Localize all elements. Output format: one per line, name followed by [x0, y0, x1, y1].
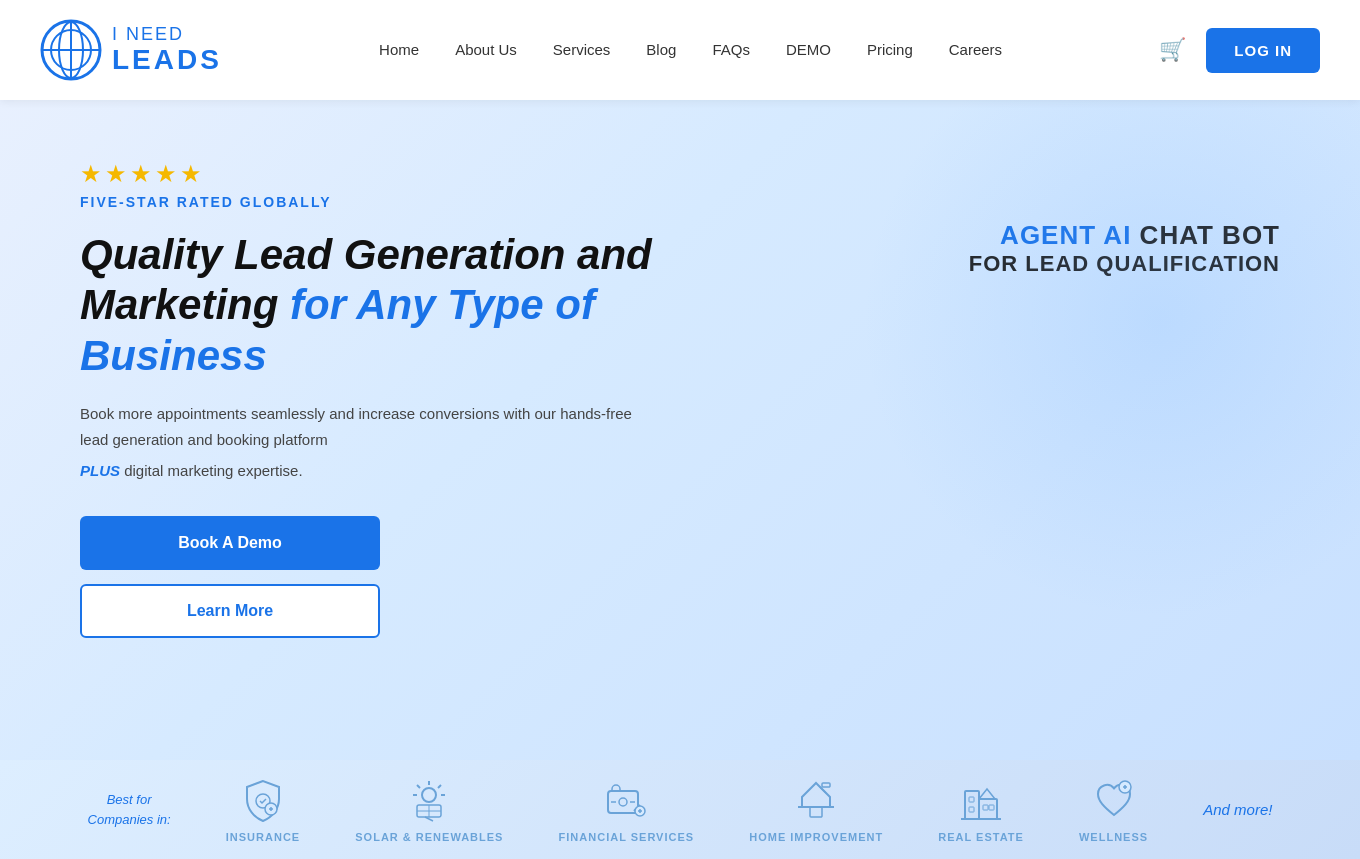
industry-real-estate: REAL ESTATE: [938, 777, 1024, 843]
nav-item-services[interactable]: Services: [553, 41, 611, 59]
bottom-strip: Best for Companies in: INSURANCE SOLAR &…: [0, 760, 1360, 859]
learn-more-button[interactable]: Learn More: [80, 584, 380, 638]
hero-description: Book more appointments seamlessly and in…: [80, 401, 660, 452]
home-improvement-label: HOME IMPROVEMENT: [749, 831, 883, 843]
nav-item-careers[interactable]: Careers: [949, 41, 1002, 59]
nav-link-careers[interactable]: Careers: [949, 41, 1002, 58]
nav-item-blog[interactable]: Blog: [646, 41, 676, 59]
nav-item-demo[interactable]: DEMO: [786, 41, 831, 59]
hero-plus-line: PLUS digital marketing expertise.: [80, 458, 660, 484]
star-rating: ★★★★★: [80, 160, 660, 188]
svg-rect-27: [969, 797, 974, 802]
wellness-icon: [1090, 777, 1138, 825]
hero-left: ★★★★★ FIVE-STAR RATED GLOBALLY Quality L…: [80, 160, 660, 638]
nav-link-services[interactable]: Services: [553, 41, 611, 58]
best-for-label: Best for Companies in:: [88, 790, 171, 829]
home-improvement-icon: [792, 777, 840, 825]
industry-insurance: INSURANCE: [226, 777, 300, 843]
nav-link-blog[interactable]: Blog: [646, 41, 676, 58]
wellness-label: WELLNESS: [1079, 831, 1148, 843]
hero-buttons: Book A Demo Learn More: [80, 516, 660, 638]
logo-leads: LEADS: [112, 45, 222, 76]
nav-link-demo[interactable]: DEMO: [786, 41, 831, 58]
industry-home-improvement: HOME IMPROVEMENT: [749, 777, 883, 843]
svg-point-7: [422, 788, 436, 802]
insurance-label: INSURANCE: [226, 831, 300, 843]
nav-item-home[interactable]: Home: [379, 41, 419, 59]
real-estate-label: REAL ESTATE: [938, 831, 1024, 843]
logo-text: I NEED LEADS: [112, 25, 222, 76]
plus-desc: digital marketing expertise.: [120, 462, 303, 479]
book-demo-button[interactable]: Book A Demo: [80, 516, 380, 570]
real-estate-icon: [957, 777, 1005, 825]
agent-ai-label: AGENT AI: [1000, 220, 1131, 250]
logo-icon: [40, 19, 102, 81]
logo-i-need: I NEED: [112, 25, 222, 45]
chat-bot-label: CHAT BOT: [1131, 220, 1280, 250]
main-nav: I NEED LEADS Home About Us Services Blog…: [0, 0, 1360, 100]
hero-right: AGENT AI CHAT BOT FOR LEAD QUALIFICATION: [940, 160, 1280, 277]
svg-line-11: [417, 785, 420, 788]
insurance-icon: [239, 777, 287, 825]
nav-item-about[interactable]: About Us: [455, 41, 517, 59]
nav-link-faqs[interactable]: FAQs: [712, 41, 750, 58]
svg-rect-30: [989, 805, 994, 810]
nav-right: 🛒 LOG IN: [1159, 28, 1320, 73]
financial-label: FINANCIAL SERVICES: [559, 831, 695, 843]
solar-label: SOLAR & RENEWABLES: [355, 831, 503, 843]
svg-rect-28: [969, 807, 974, 812]
svg-rect-29: [983, 805, 988, 810]
hero-section: ★★★★★ FIVE-STAR RATED GLOBALLY Quality L…: [0, 100, 1360, 760]
industry-financial: FINANCIAL SERVICES: [559, 777, 695, 843]
svg-rect-22: [810, 807, 822, 817]
cart-icon[interactable]: 🛒: [1159, 37, 1186, 63]
and-more-label: And more!: [1203, 801, 1272, 818]
nav-link-about[interactable]: About Us: [455, 41, 517, 58]
plus-label: PLUS: [80, 462, 120, 479]
industry-wellness: WELLNESS: [1079, 777, 1148, 843]
nav-item-pricing[interactable]: Pricing: [867, 41, 913, 59]
five-star-label: FIVE-STAR RATED GLOBALLY: [80, 194, 660, 210]
financial-icon: [602, 777, 650, 825]
nav-link-home[interactable]: Home: [379, 41, 419, 58]
svg-rect-24: [822, 783, 830, 787]
nav-item-faqs[interactable]: FAQs: [712, 41, 750, 59]
solar-icon: [405, 777, 453, 825]
svg-point-18: [619, 798, 627, 806]
agent-ai-heading: AGENT AI CHAT BOT: [969, 220, 1280, 251]
nav-link-pricing[interactable]: Pricing: [867, 41, 913, 58]
login-button[interactable]: LOG IN: [1206, 28, 1320, 73]
nav-links: Home About Us Services Blog FAQs DEMO Pr…: [379, 41, 1002, 59]
agent-ai-box: AGENT AI CHAT BOT FOR LEAD QUALIFICATION: [969, 220, 1280, 277]
svg-rect-25: [965, 791, 979, 819]
for-lead-label: FOR LEAD QUALIFICATION: [969, 251, 1280, 277]
logo[interactable]: I NEED LEADS: [40, 19, 222, 81]
hero-heading: Quality Lead Generation and Marketing fo…: [80, 230, 660, 381]
svg-line-9: [438, 785, 441, 788]
industry-solar: SOLAR & RENEWABLES: [355, 777, 503, 843]
